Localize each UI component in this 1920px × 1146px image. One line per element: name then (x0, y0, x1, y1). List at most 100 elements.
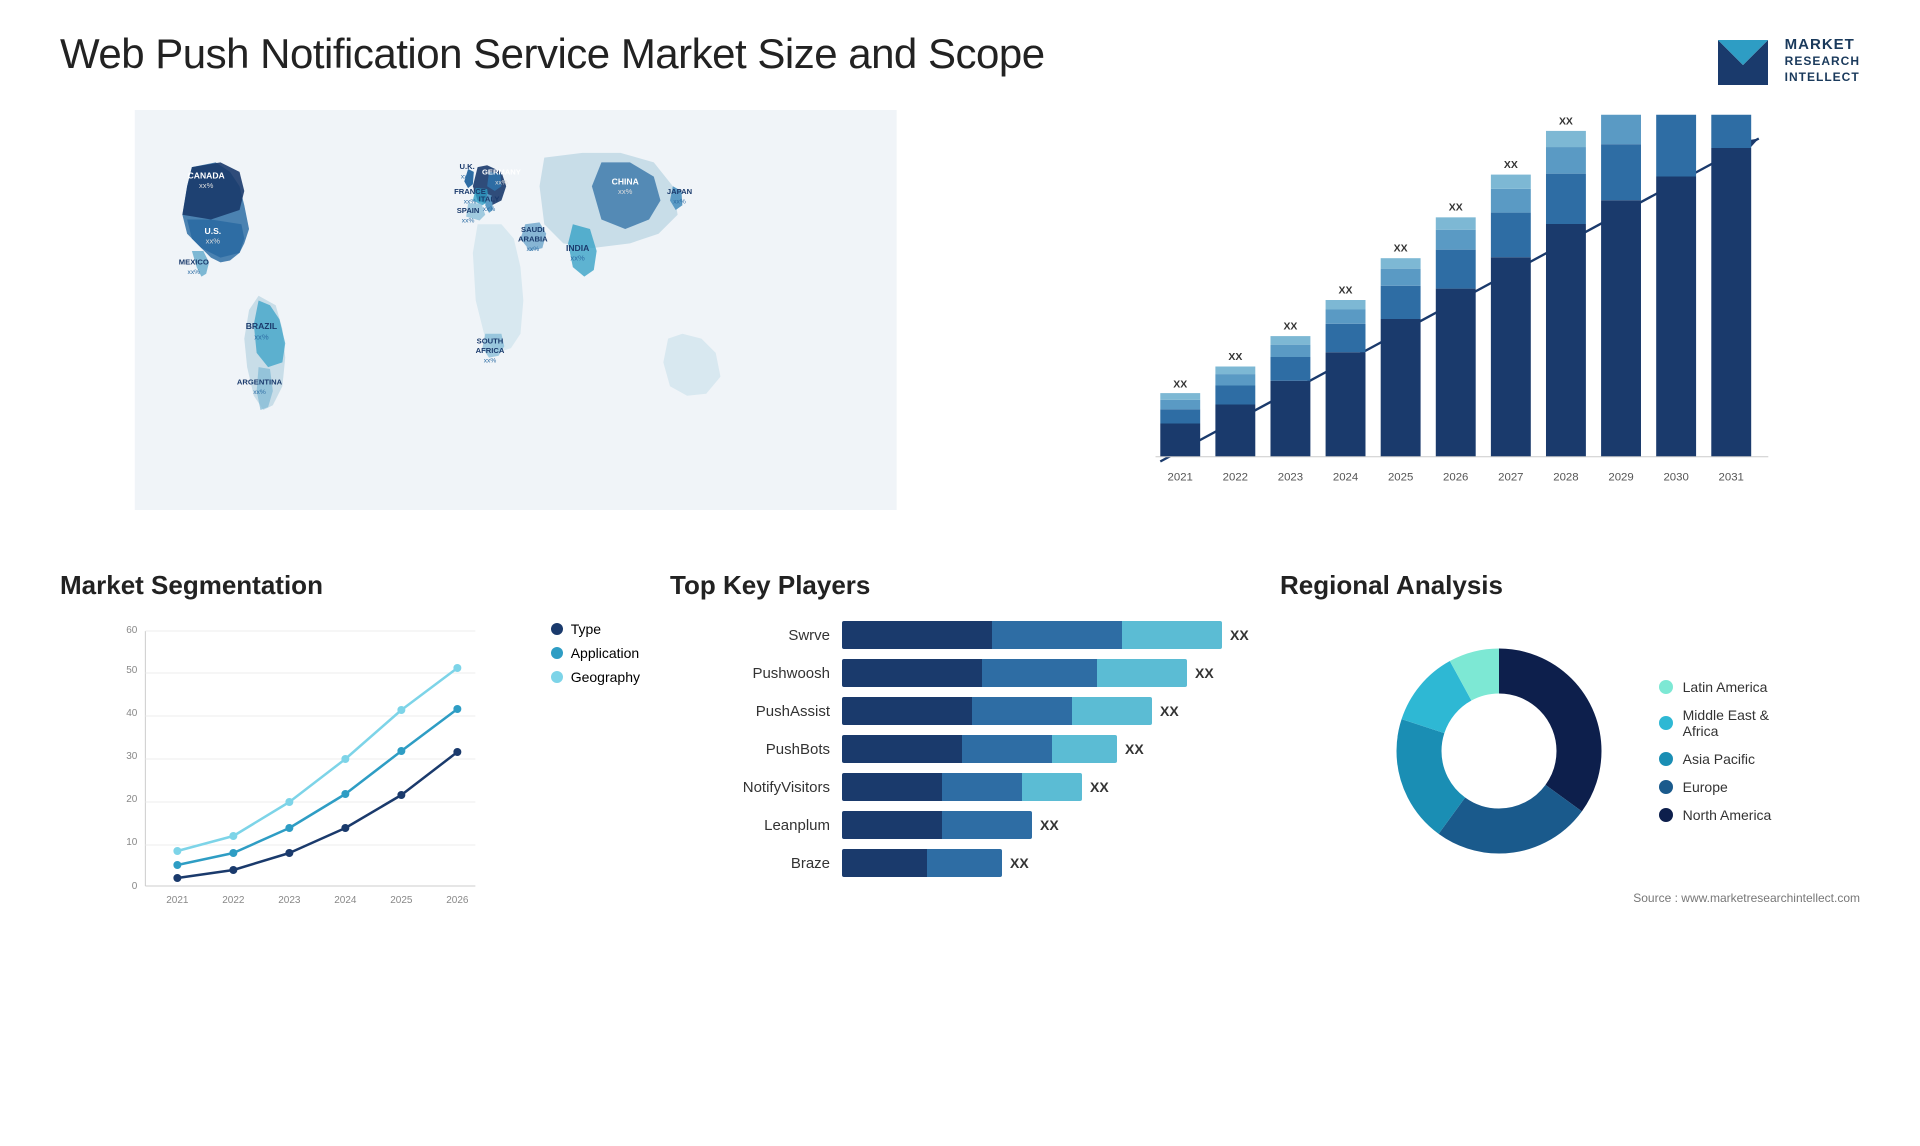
legend-item-na: North America (1659, 807, 1772, 823)
svg-text:U.S.: U.S. (205, 226, 222, 236)
svg-text:ITALY: ITALY (479, 194, 500, 203)
svg-text:CHINA: CHINA (612, 176, 639, 186)
svg-text:XX: XX (1504, 160, 1518, 171)
player-row: Leanplum XX (670, 811, 1250, 839)
bar-seg2 (982, 659, 1097, 687)
player-label: XX (1040, 817, 1059, 833)
player-label: XX (1090, 779, 1109, 795)
player-label: XX (1160, 703, 1179, 719)
player-name: Leanplum (670, 817, 830, 834)
seg-chart-svg: 0 10 20 30 40 50 60 2021 2022 (60, 621, 531, 921)
top-section: CANADA xx% U.S. xx% MEXICO xx% BRAZIL xx… (60, 110, 1860, 530)
svg-text:2023: 2023 (1278, 472, 1303, 484)
svg-text:2024: 2024 (1333, 472, 1358, 484)
donut-wrap (1369, 621, 1629, 881)
na-label: North America (1683, 807, 1772, 823)
bar-seg3 (1097, 659, 1187, 687)
bar-seg2 (972, 697, 1072, 725)
legend-item-apac: Asia Pacific (1659, 751, 1772, 767)
player-bar-wrap: XX (842, 735, 1250, 763)
bar-seg1 (842, 849, 927, 877)
bar-seg2 (942, 811, 1032, 839)
page-wrapper: Web Push Notification Service Market Siz… (0, 0, 1920, 1146)
svg-text:xx%: xx% (188, 269, 201, 276)
source-text: Source : www.marketresearchintellect.com (1280, 891, 1860, 905)
svg-text:XX: XX (1614, 110, 1628, 111)
seg-panel-inner: 0 10 20 30 40 50 60 2021 2022 (60, 621, 640, 921)
world-map-svg: CANADA xx% U.S. xx% MEXICO xx% BRAZIL xx… (60, 110, 971, 510)
player-bar-wrap: XX (842, 849, 1250, 877)
player-bar-wrap: XX (842, 811, 1250, 839)
svg-text:MEXICO: MEXICO (179, 257, 209, 266)
svg-text:SPAIN: SPAIN (457, 206, 480, 215)
svg-text:U.K.: U.K. (460, 162, 475, 171)
svg-text:AFRICA: AFRICA (476, 346, 505, 355)
player-row: PushAssist XX (670, 697, 1250, 725)
type-label: Type (571, 621, 601, 637)
svg-text:SAUDI: SAUDI (521, 225, 545, 234)
bar-seg1 (842, 773, 942, 801)
svg-text:xx%: xx% (495, 179, 508, 186)
legend-item-latam: Latin America (1659, 679, 1772, 695)
svg-text:XX: XX (1449, 203, 1463, 214)
svg-text:xx%: xx% (527, 246, 540, 253)
svg-text:2028: 2028 (1554, 472, 1579, 484)
player-row: NotifyVisitors XX (670, 773, 1250, 801)
europe-label: Europe (1683, 779, 1728, 795)
logo-text: MARKET RESEARCH INTELLECT (1785, 35, 1860, 86)
key-players-title: Top Key Players (670, 570, 1250, 601)
svg-text:40: 40 (126, 708, 138, 719)
svg-text:2025: 2025 (390, 895, 413, 906)
latam-dot (1659, 680, 1673, 694)
svg-text:SOUTH: SOUTH (477, 336, 504, 345)
svg-text:xx%: xx% (206, 236, 221, 245)
geography-dot (551, 671, 563, 683)
bar-seg3 (1022, 773, 1082, 801)
bar-seg1 (842, 735, 962, 763)
map-container: CANADA xx% U.S. xx% MEXICO xx% BRAZIL xx… (60, 110, 971, 530)
svg-text:BRAZIL: BRAZIL (246, 321, 277, 331)
player-name: NotifyVisitors (670, 779, 830, 796)
player-bar (842, 659, 1187, 687)
player-name: PushBots (670, 741, 830, 758)
player-bar-wrap: XX (842, 773, 1250, 801)
geography-label: Geography (571, 669, 640, 685)
bar-seg1 (842, 697, 972, 725)
svg-text:XX: XX (1670, 110, 1684, 111)
svg-text:XX: XX (1394, 244, 1408, 255)
logo-area: MARKET RESEARCH INTELLECT (1713, 30, 1860, 90)
key-players-panel: Top Key Players Swrve XX Pushwoosh (670, 570, 1250, 921)
logo-icon (1713, 30, 1773, 90)
bar-seg3 (1052, 735, 1117, 763)
regional-legend: Latin America Middle East &Africa Asia P… (1659, 679, 1772, 823)
svg-text:2022: 2022 (222, 895, 245, 906)
player-bar-wrap: XX (842, 621, 1250, 649)
svg-text:xx%: xx% (461, 174, 474, 181)
svg-text:60: 60 (126, 625, 138, 636)
svg-text:0: 0 (132, 881, 138, 892)
legend-item-mea: Middle East &Africa (1659, 707, 1772, 739)
player-name: PushAssist (670, 703, 830, 720)
application-label: Application (571, 645, 640, 661)
bar-seg2 (962, 735, 1052, 763)
svg-text:2029: 2029 (1609, 472, 1634, 484)
svg-text:CANADA: CANADA (188, 171, 225, 181)
mea-label: Middle East &Africa (1683, 707, 1769, 739)
regional-container: Latin America Middle East &Africa Asia P… (1280, 621, 1860, 881)
seg-legend-application: Application (551, 645, 640, 661)
svg-text:2025: 2025 (1388, 472, 1413, 484)
segmentation-title: Market Segmentation (60, 570, 640, 601)
svg-text:xx%: xx% (254, 333, 269, 342)
player-row: Pushwoosh XX (670, 659, 1250, 687)
svg-text:XX: XX (1725, 110, 1739, 111)
svg-text:2030: 2030 (1664, 472, 1689, 484)
bar-seg3 (1122, 621, 1222, 649)
svg-text:XX: XX (1284, 321, 1298, 332)
svg-text:xx%: xx% (484, 357, 497, 364)
svg-text:20: 20 (126, 794, 138, 805)
apac-label: Asia Pacific (1683, 751, 1755, 767)
page-title: Web Push Notification Service Market Siz… (60, 30, 1045, 78)
players-list: Swrve XX Pushwoosh (670, 621, 1250, 877)
svg-text:JAPAN: JAPAN (667, 187, 692, 196)
svg-text:30: 30 (126, 751, 138, 762)
